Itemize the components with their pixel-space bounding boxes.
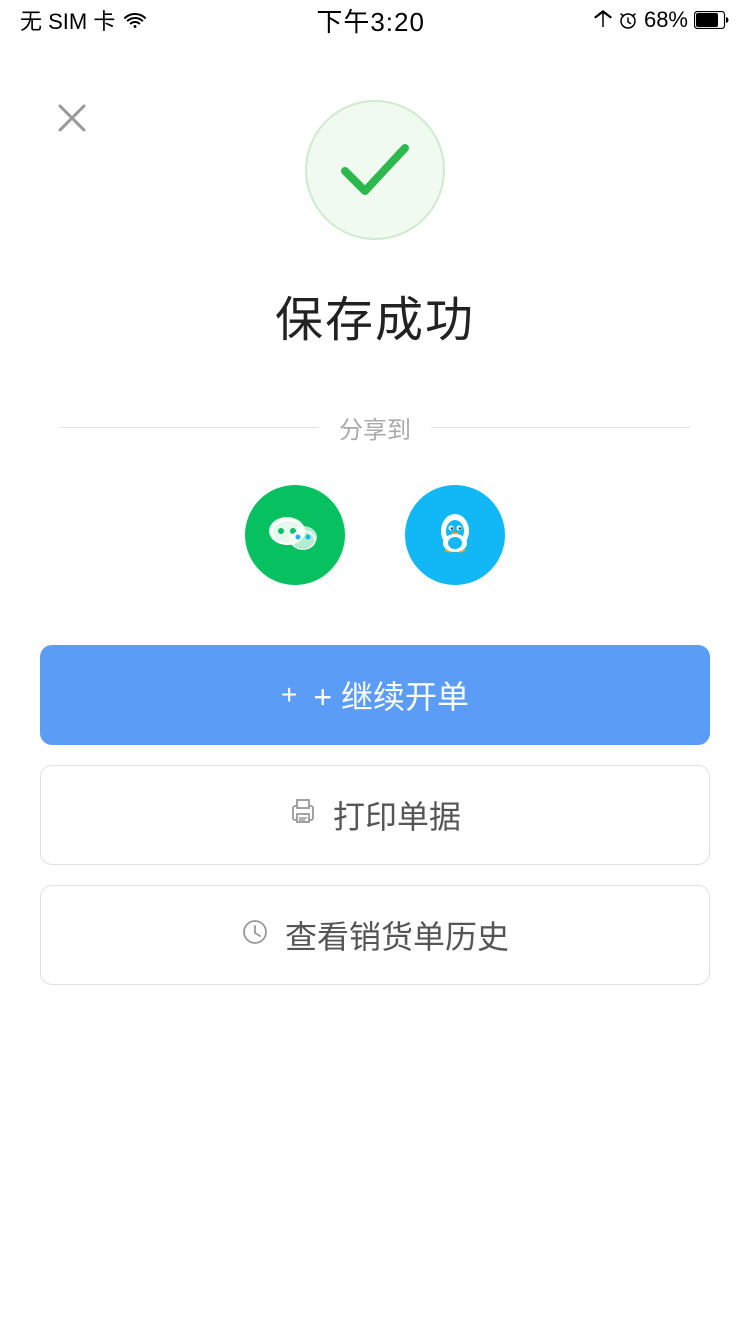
close-icon [56, 102, 88, 134]
share-wechat-button[interactable] [245, 485, 345, 585]
main-content: 保存成功 分享到 [0, 40, 750, 1334]
print-label: 打印单据 [333, 792, 461, 838]
history-icon [241, 918, 269, 953]
share-qq-button[interactable] [405, 485, 505, 585]
status-time: 下午3:20 [316, 2, 425, 39]
continue-label: + 继续开单 [313, 672, 469, 718]
wifi-icon [123, 11, 147, 29]
share-icons-row [245, 485, 505, 585]
close-button[interactable] [50, 96, 94, 140]
no-sim-text: 无 SIM 卡 [20, 4, 115, 36]
print-icon [289, 798, 317, 833]
battery-percent: 68% [644, 7, 688, 33]
history-label: 查看销货单历史 [285, 912, 509, 958]
print-button[interactable]: 打印单据 [40, 765, 710, 865]
success-icon-circle [305, 100, 445, 240]
continue-icon: + [281, 679, 297, 711]
divider-line-left [60, 427, 319, 428]
history-button[interactable]: 查看销货单历史 [40, 885, 710, 985]
qq-icon [427, 507, 483, 563]
alarm-icon [618, 10, 638, 30]
status-bar: 无 SIM 卡 下午3:20 68% [0, 0, 750, 40]
share-label: 分享到 [319, 410, 431, 445]
checkmark-icon [340, 143, 410, 198]
success-title: 保存成功 [275, 280, 475, 350]
location-icon [594, 10, 612, 30]
wechat-icon [267, 511, 323, 559]
battery-icon [694, 11, 730, 29]
action-buttons: + + 继续开单 打印单据 [0, 645, 750, 985]
status-left: 无 SIM 卡 [20, 4, 147, 36]
divider-line-right [431, 427, 690, 428]
status-right: 68% [594, 7, 730, 33]
continue-button[interactable]: + + 继续开单 [40, 645, 710, 745]
share-divider: 分享到 [0, 410, 750, 445]
